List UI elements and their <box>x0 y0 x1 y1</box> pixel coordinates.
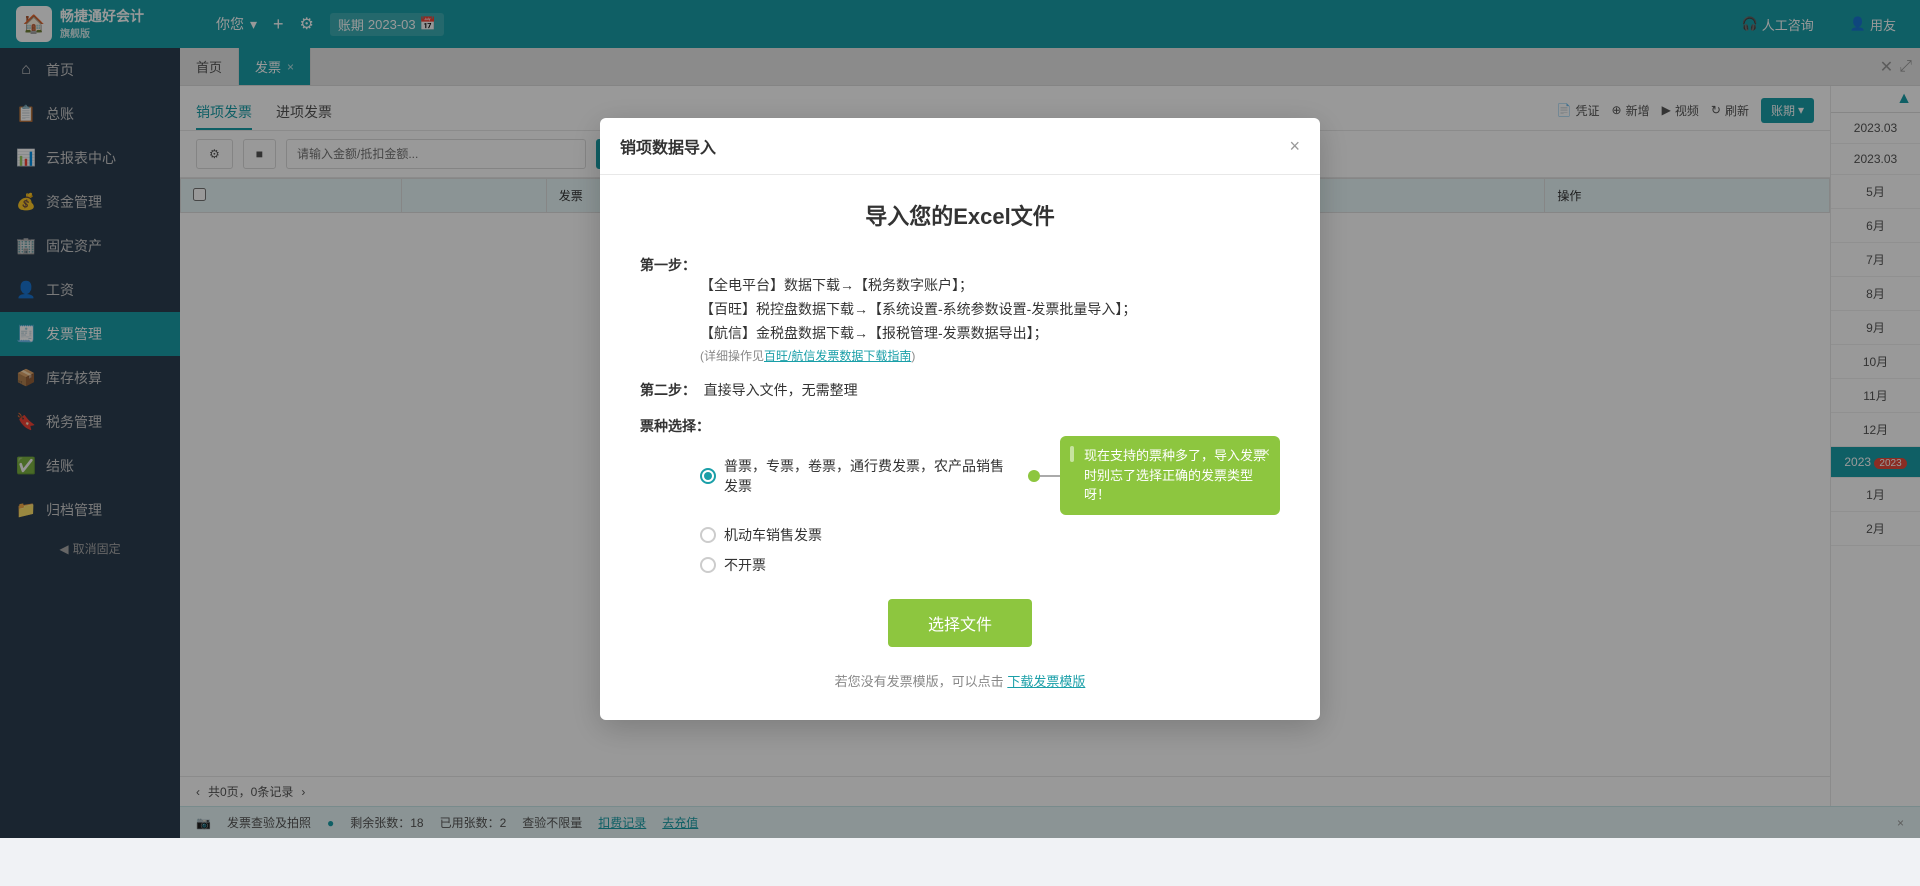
modal-close-button[interactable]: × <box>1289 137 1300 155</box>
step1-line1: 【全电平台】数据下载→【税务数字账户】； <box>700 275 1280 295</box>
step1-link[interactable]: 百旺/航信发票数据下载指南 <box>764 349 911 363</box>
radio-option-motor[interactable]: 机动车销售发票 <box>700 525 1280 545</box>
select-file-button[interactable]: 选择文件 <box>888 599 1032 647</box>
footer-note-text: 若您没有发票模版，可以点击 <box>835 674 1004 689</box>
step1-note: (详细操作见百旺/航信发票数据下载指南) <box>700 347 1280 364</box>
modal-body: 导入您的Excel文件 第一步： 【全电平台】数据下载→【税务数字账户】； 【百… <box>600 175 1320 720</box>
tooltip-text: 现在支持的票种多了，导入发票时别忘了选择正确的发票类型呀！ <box>1074 446 1266 505</box>
modal-main-title: 导入您的Excel文件 <box>640 199 1280 231</box>
radio-normal-circle[interactable] <box>700 468 716 484</box>
step1-section: 第一步： 【全电平台】数据下载→【税务数字账户】； 【百旺】税控盘数据下载→【系… <box>640 255 1280 364</box>
step1-content: 【全电平台】数据下载→【税务数字账户】； 【百旺】税控盘数据下载→【系统设置-系… <box>700 275 1280 364</box>
ticket-label: 票种选择： <box>640 416 710 436</box>
radio-noticket-circle[interactable] <box>700 557 716 573</box>
tooltip-connector-line <box>1040 475 1060 477</box>
radio-group: 普票，专票，卷票，通行费发票，农产品销售发票 现在支持的票种多了，导入发票时别忘… <box>700 436 1280 575</box>
ticket-section: 票种选择： 普票，专票，卷票，通行费发票，农产品销售发票 <box>640 416 1280 575</box>
modal-footer-note: 若您没有发票模版，可以点击 下载发票模版 <box>640 671 1280 690</box>
tooltip-bubble: 现在支持的票种多了，导入发票时别忘了选择正确的发票类型呀！ × <box>1060 436 1280 515</box>
tooltip-connector-dot <box>1028 470 1040 482</box>
radio-noticket-label: 不开票 <box>724 555 766 575</box>
tooltip-bar <box>1070 446 1074 462</box>
step2-section: 第二步： 直接导入文件，无需整理 <box>640 380 1280 400</box>
step1-line2: 【百旺】税控盘数据下载→【系统设置-系统参数设置-发票批量导入】； <box>700 299 1280 319</box>
radio-option-noticket[interactable]: 不开票 <box>700 555 1280 575</box>
radio-motor-label: 机动车销售发票 <box>724 525 822 545</box>
step1-label: 第一步： <box>640 255 700 275</box>
step2-label: 第二步： <box>640 380 700 400</box>
step1-note-pre: (详细操作见 <box>700 349 764 363</box>
modal-dialog: 销项数据导入 × 导入您的Excel文件 第一步： 【全电平台】数据下载→【税务… <box>600 118 1320 720</box>
modal-title: 销项数据导入 <box>620 134 716 158</box>
tooltip-close-btn[interactable]: × <box>1262 442 1270 463</box>
modal-overlay: 销项数据导入 × 导入您的Excel文件 第一步： 【全电平台】数据下载→【税务… <box>0 0 1920 838</box>
step2-content: 直接导入文件，无需整理 <box>704 382 858 398</box>
modal-header: 销项数据导入 × <box>600 118 1320 175</box>
radio-motor-circle[interactable] <box>700 527 716 543</box>
step1-line3: 【航信】金税盘数据下载→【报税管理-发票数据导出】； <box>700 323 1280 343</box>
radio-option-normal[interactable]: 普票，专票，卷票，通行费发票，农产品销售发票 现在支持的票种多了，导入发票时别忘… <box>700 436 1280 515</box>
download-template-link[interactable]: 下载发票模版 <box>1007 674 1085 689</box>
step1-note-end: ) <box>911 349 915 363</box>
radio-normal-label: 普票，专票，卷票，通行费发票，农产品销售发票 <box>724 456 1004 496</box>
radio-normal-dot <box>704 472 712 480</box>
